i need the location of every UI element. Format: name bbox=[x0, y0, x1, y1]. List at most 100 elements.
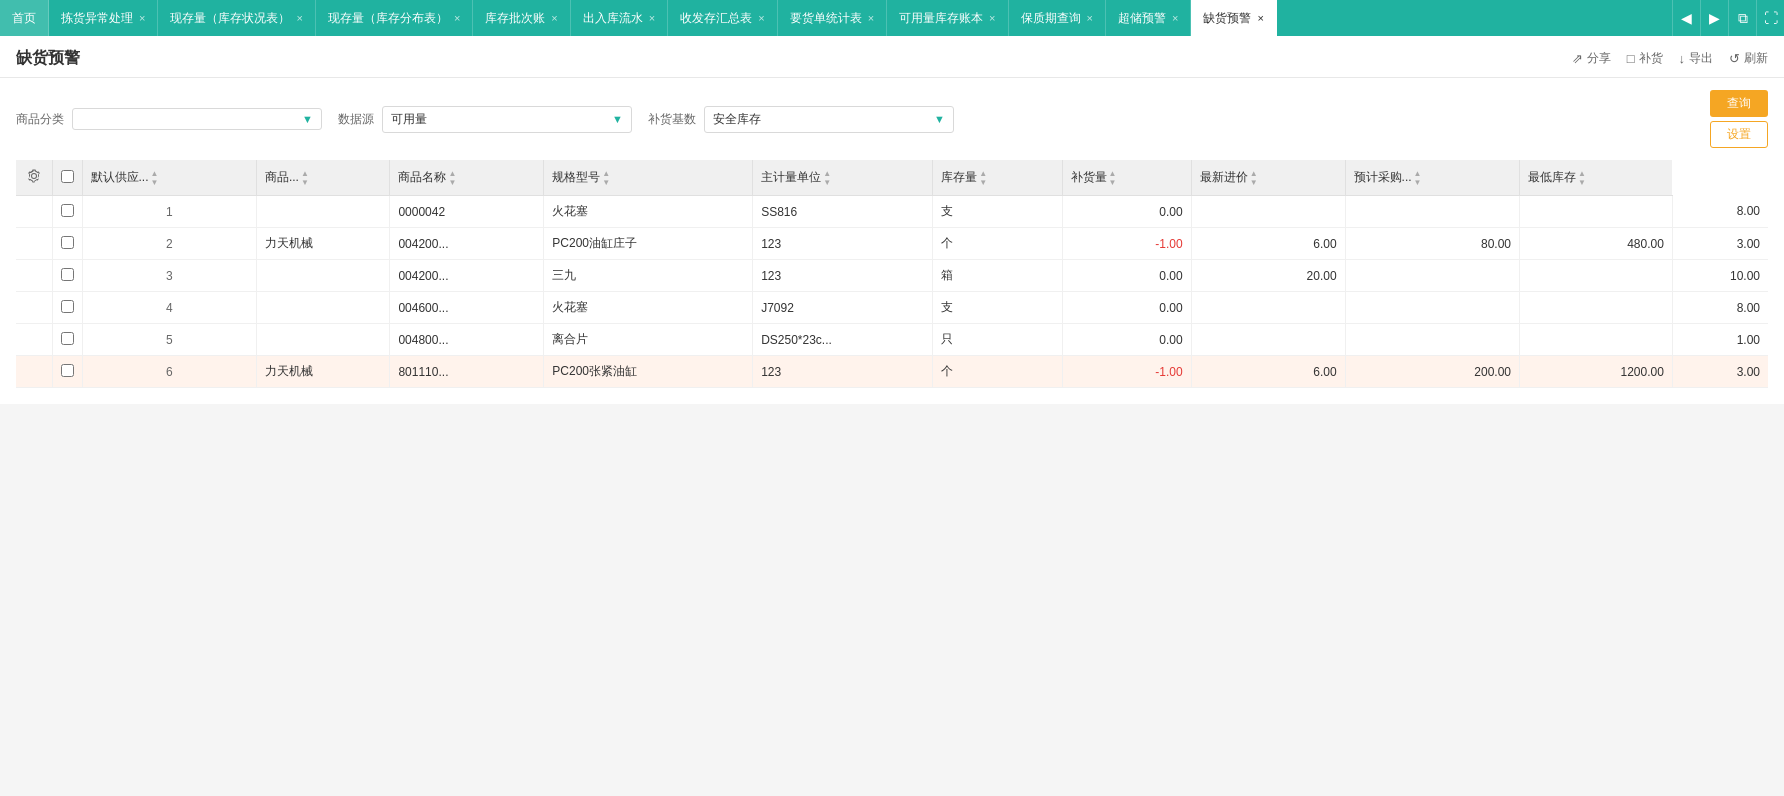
tab-close-shortage[interactable]: × bbox=[1257, 12, 1263, 24]
tab-inventory-dist[interactable]: 现存量（库存分布表）× bbox=[316, 0, 473, 36]
table-row: 5004800...离合片DS250*23c...只0.001.00 bbox=[16, 324, 1768, 356]
sort-icon-latest_price: ▲▼ bbox=[1250, 169, 1258, 187]
tab-close-available-ledger[interactable]: × bbox=[989, 12, 995, 24]
row-select-checkbox-0[interactable] bbox=[61, 204, 74, 217]
sort-icon-product_code: ▲▼ bbox=[301, 169, 309, 187]
row-unit-0: 支 bbox=[933, 196, 1062, 228]
tab-nav-buttons: ◀ ▶ ⧉ ⛶ bbox=[1672, 0, 1784, 36]
col-label-latest_price: 最新进价 bbox=[1200, 170, 1248, 184]
tab-label-collect-summary: 收发存汇总表 bbox=[680, 10, 752, 27]
export-icon: ↓ bbox=[1679, 51, 1686, 66]
row-unit-3: 支 bbox=[933, 292, 1062, 324]
row-replenish_qty-2: 20.00 bbox=[1191, 260, 1345, 292]
col-default_supplier[interactable]: 默认供应...▲▼ bbox=[82, 160, 256, 196]
col-replenish_qty[interactable]: 补货量▲▼ bbox=[1062, 160, 1191, 196]
tab-close-overstock[interactable]: × bbox=[1172, 12, 1178, 24]
tab-close-inout-flow[interactable]: × bbox=[649, 12, 655, 24]
row-num-2: 3 bbox=[82, 260, 256, 292]
row-unit-1: 个 bbox=[933, 228, 1062, 260]
row-min_stock-5: 3.00 bbox=[1672, 356, 1768, 388]
row-latest_price-2 bbox=[1345, 260, 1519, 292]
row-select-checkbox-3[interactable] bbox=[61, 300, 74, 313]
settings-button[interactable]: 设置 bbox=[1710, 121, 1768, 148]
category-select[interactable]: ▼ bbox=[72, 108, 322, 130]
col-stock[interactable]: 库存量▲▼ bbox=[933, 160, 1062, 196]
datasource-select[interactable]: 可用量 ▼ bbox=[382, 106, 632, 133]
row-replenish_qty-4 bbox=[1191, 324, 1345, 356]
col-min_stock[interactable]: 最低库存▲▼ bbox=[1520, 160, 1673, 196]
row-select-checkbox-2[interactable] bbox=[61, 268, 74, 281]
tab-close-expiry-query[interactable]: × bbox=[1087, 12, 1093, 24]
category-arrow-icon: ▼ bbox=[302, 113, 313, 125]
datasource-filter-group: 数据源 可用量 ▼ bbox=[338, 106, 632, 133]
replenish-basis-filter-group: 补货基数 安全库存 ▼ bbox=[648, 106, 954, 133]
select-all-checkbox[interactable] bbox=[61, 170, 74, 183]
row-latest_price-3 bbox=[1345, 292, 1519, 324]
row-est_purchase-4 bbox=[1520, 324, 1673, 356]
share-button[interactable]: ⇗ 分享 bbox=[1572, 50, 1611, 67]
col-product_code[interactable]: 商品...▲▼ bbox=[256, 160, 389, 196]
tab-expiry-query[interactable]: 保质期查询 × bbox=[1009, 0, 1106, 36]
col-label-replenish_qty: 补货量 bbox=[1071, 170, 1107, 184]
row-product_code-4: 004800... bbox=[390, 324, 544, 356]
row-checkbox-1[interactable] bbox=[52, 228, 82, 260]
replenish-button[interactable]: □ 补货 bbox=[1627, 50, 1663, 67]
tab-batch-account[interactable]: 库存批次账 × bbox=[473, 0, 570, 36]
row-select-checkbox-4[interactable] bbox=[61, 332, 74, 345]
tab-label-batch-account: 库存批次账 bbox=[485, 10, 545, 27]
row-checkbox-5[interactable] bbox=[52, 356, 82, 388]
gear-icon bbox=[26, 168, 42, 184]
row-checkbox-2[interactable] bbox=[52, 260, 82, 292]
tab-overstock[interactable]: 超储预警× bbox=[1106, 0, 1191, 36]
col-gear[interactable] bbox=[16, 160, 52, 196]
tab-inventory-status[interactable]: 现存量（库存状况表）× bbox=[158, 0, 315, 36]
query-button[interactable]: 查询 bbox=[1710, 90, 1768, 117]
row-select-checkbox-5[interactable] bbox=[61, 364, 74, 377]
export-button[interactable]: ↓ 导出 bbox=[1679, 50, 1714, 67]
row-checkbox-4[interactable] bbox=[52, 324, 82, 356]
replenish-basis-select[interactable]: 安全库存 ▼ bbox=[704, 106, 954, 133]
col-est_purchase[interactable]: 预计采购...▲▼ bbox=[1345, 160, 1519, 196]
tab-label-shortage: 缺货预警 bbox=[1203, 10, 1251, 27]
refresh-button[interactable]: ↺ 刷新 bbox=[1729, 50, 1768, 67]
tab-collect-summary[interactable]: 收发存汇总表 × bbox=[668, 0, 777, 36]
sort-icon-est_purchase: ▲▼ bbox=[1414, 169, 1422, 187]
row-spec-3: J7092 bbox=[753, 292, 933, 324]
sort-icon-unit: ▲▼ bbox=[823, 169, 831, 187]
tab-close-demand-stats[interactable]: × bbox=[868, 12, 874, 24]
sort-icon-spec: ▲▼ bbox=[602, 169, 610, 187]
tab-home[interactable]: 首页 bbox=[0, 0, 49, 36]
tab-label-home: 首页 bbox=[12, 10, 36, 27]
col-spec[interactable]: 规格型号▲▼ bbox=[544, 160, 753, 196]
tab-exception[interactable]: 拣货异常处理× bbox=[49, 0, 158, 36]
row-unit-4: 只 bbox=[933, 324, 1062, 356]
tab-shortage[interactable]: 缺货预警 × bbox=[1191, 0, 1276, 36]
tab-prev-btn[interactable]: ◀ bbox=[1672, 0, 1700, 36]
row-default_supplier-3 bbox=[256, 292, 389, 324]
tab-label-expiry-query: 保质期查询 bbox=[1021, 10, 1081, 27]
col-product_name[interactable]: 商品名称▲▼ bbox=[390, 160, 544, 196]
tab-available-ledger[interactable]: 可用量库存账本× bbox=[887, 0, 1008, 36]
tab-close-inventory-status[interactable]: × bbox=[296, 12, 302, 24]
col-checkbox-header[interactable] bbox=[52, 160, 82, 196]
tab-inout-flow[interactable]: 出入库流水× bbox=[571, 0, 668, 36]
tab-window-btn[interactable]: ⧉ bbox=[1728, 0, 1756, 36]
row-checkbox-3[interactable] bbox=[52, 292, 82, 324]
tab-fullscreen-btn[interactable]: ⛶ bbox=[1756, 0, 1784, 36]
row-min_stock-2: 10.00 bbox=[1672, 260, 1768, 292]
row-select-checkbox-1[interactable] bbox=[61, 236, 74, 249]
row-product_name-5: PC200张紧油缸 bbox=[544, 356, 753, 388]
row-replenish_qty-5: 6.00 bbox=[1191, 356, 1345, 388]
col-unit[interactable]: 主计量单位▲▼ bbox=[753, 160, 933, 196]
row-checkbox-0[interactable] bbox=[52, 196, 82, 228]
tab-demand-stats[interactable]: 要货单统计表× bbox=[778, 0, 887, 36]
tab-close-exception[interactable]: × bbox=[139, 12, 145, 24]
tab-next-btn[interactable]: ▶ bbox=[1700, 0, 1728, 36]
tab-close-batch-account[interactable]: × bbox=[551, 12, 557, 24]
row-product_code-1: 004200... bbox=[390, 228, 544, 260]
row-est_purchase-5: 1200.00 bbox=[1520, 356, 1673, 388]
row-num-1: 2 bbox=[82, 228, 256, 260]
tab-close-inventory-dist[interactable]: × bbox=[454, 12, 460, 24]
tab-close-collect-summary[interactable]: × bbox=[758, 12, 764, 24]
col-latest_price[interactable]: 最新进价▲▼ bbox=[1191, 160, 1345, 196]
